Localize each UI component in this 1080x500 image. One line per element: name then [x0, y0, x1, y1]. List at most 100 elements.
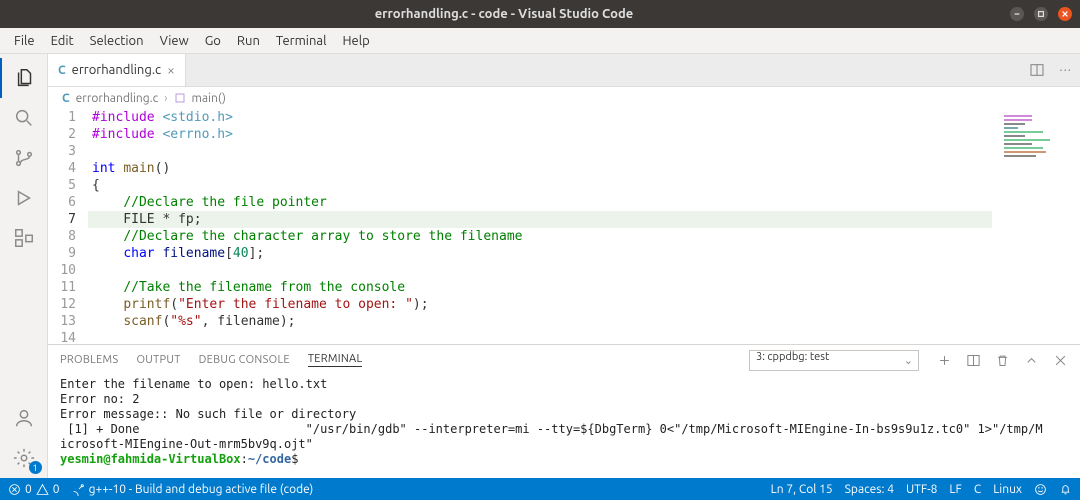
activity-accounts[interactable] — [0, 398, 48, 438]
chevron-down-icon: ⌄ — [904, 354, 913, 367]
terminal-line: Enter the filename to open: hello.txt — [60, 377, 1068, 392]
menu-edit[interactable]: Edit — [43, 34, 82, 48]
c-file-icon: C — [62, 92, 70, 105]
status-notifications[interactable] — [1059, 483, 1072, 496]
code-line[interactable]: //Declare the file pointer — [88, 194, 992, 211]
panel-tab-problems[interactable]: PROBLEMS — [60, 354, 118, 366]
window-maximize-button[interactable] — [1034, 7, 1048, 21]
code-line[interactable]: //Declare the character array to store t… — [88, 228, 992, 245]
menu-file[interactable]: File — [6, 34, 43, 48]
line-number[interactable]: 3 — [48, 143, 76, 160]
line-number[interactable]: 10 — [48, 262, 76, 279]
line-number[interactable]: 1 — [48, 109, 76, 126]
files-icon — [14, 67, 36, 89]
line-number[interactable]: 6 — [48, 194, 76, 211]
status-feedback[interactable] — [1034, 483, 1047, 496]
breadcrumb[interactable]: C errorhandling.c › main() — [48, 87, 1080, 109]
kill-terminal-icon[interactable] — [995, 353, 1010, 368]
status-cursor-position[interactable]: Ln 7, Col 15 — [771, 483, 833, 496]
terminal-line: Error message:: No such file or director… — [60, 407, 1068, 422]
terminal-output[interactable]: Enter the filename to open: hello.txt Er… — [48, 375, 1080, 478]
line-number[interactable]: 7 — [48, 211, 76, 228]
editor-tab-errorhandling[interactable]: C errorhandling.c × — [48, 54, 186, 86]
menu-run[interactable]: Run — [229, 34, 268, 48]
menu-selection[interactable]: Selection — [82, 34, 152, 48]
activity-run-debug[interactable] — [0, 178, 48, 218]
line-number-gutter[interactable]: 1234567891011121314 — [48, 109, 88, 344]
status-bar: 0 0 g++-10 - Build and debug active file… — [0, 478, 1080, 500]
window-close-button[interactable] — [1058, 7, 1072, 21]
line-number[interactable]: 12 — [48, 296, 76, 313]
code-line[interactable]: { — [88, 177, 992, 194]
feedback-icon — [1034, 483, 1047, 496]
c-file-icon: C — [58, 64, 66, 77]
status-os[interactable]: Linux — [993, 483, 1022, 496]
code-line[interactable] — [88, 143, 992, 160]
line-number[interactable]: 11 — [48, 279, 76, 296]
activity-bar: 1 — [0, 54, 48, 478]
error-icon — [8, 483, 21, 496]
split-editor-icon[interactable] — [1029, 62, 1045, 78]
maximize-panel-icon[interactable] — [1024, 353, 1039, 368]
window-title: errorhandling.c - code - Visual Studio C… — [8, 7, 1000, 21]
terminal-line: Error no: 2 — [60, 392, 1068, 407]
panel-tab-terminal[interactable]: TERMINAL — [308, 353, 363, 367]
account-icon — [13, 407, 35, 429]
panel-tab-output[interactable]: OUTPUT — [136, 354, 180, 366]
line-number[interactable]: 14 — [48, 330, 76, 344]
warning-icon — [36, 483, 49, 496]
minimap-thumbnail — [1004, 115, 1074, 159]
more-actions-icon[interactable]: ··· — [1059, 63, 1072, 77]
editor-tab-bar: C errorhandling.c × ··· — [48, 54, 1080, 87]
breadcrumb-symbol: main() — [192, 92, 226, 105]
close-panel-icon[interactable] — [1053, 353, 1068, 368]
code-line[interactable]: #include <stdio.h> — [88, 109, 992, 126]
terminal-line: [1] + Done "/usr/bin/gdb" --interpreter=… — [60, 422, 1068, 437]
menu-terminal[interactable]: Terminal — [268, 34, 335, 48]
code-line[interactable]: scanf("%s", filename); — [88, 313, 992, 330]
code-editor[interactable]: 1234567891011121314 #include <stdio.h>#i… — [48, 109, 992, 344]
status-errors[interactable]: 0 0 — [8, 483, 60, 496]
code-line[interactable]: //Take the filename from the console — [88, 279, 992, 296]
panel-tab-bar: PROBLEMS OUTPUT DEBUG CONSOLE TERMINAL 3… — [48, 345, 1080, 375]
panel-tab-debugconsole[interactable]: DEBUG CONSOLE — [199, 354, 290, 366]
minimap[interactable] — [992, 109, 1080, 344]
window-minimize-button[interactable] — [1010, 7, 1024, 21]
terminal-selector-label: 3: cppdbg: test — [756, 351, 829, 363]
line-number[interactable]: 2 — [48, 126, 76, 143]
status-language[interactable]: C — [974, 483, 981, 496]
status-build-task[interactable]: g++-10 - Build and debug active file (co… — [72, 483, 314, 496]
menu-help[interactable]: Help — [334, 34, 377, 48]
code-line[interactable] — [88, 262, 992, 279]
line-number[interactable]: 4 — [48, 160, 76, 177]
activity-extensions[interactable] — [0, 218, 48, 258]
line-number[interactable]: 9 — [48, 245, 76, 262]
extensions-icon — [13, 227, 35, 249]
line-number[interactable]: 13 — [48, 313, 76, 330]
code-line[interactable]: #include <errno.h> — [88, 126, 992, 143]
terminal-selector[interactable]: 3: cppdbg: test ⌄ — [749, 350, 919, 371]
close-icon[interactable]: × — [167, 62, 175, 78]
window-titlebar: errorhandling.c - code - Visual Studio C… — [0, 0, 1080, 28]
status-indent[interactable]: Spaces: 4 — [845, 483, 894, 496]
line-number[interactable]: 8 — [48, 228, 76, 245]
split-terminal-icon[interactable] — [966, 353, 981, 368]
terminal-prompt: yesmin@fahmida-VirtualBox:~/code$ — [60, 452, 1068, 467]
code-line[interactable]: char filename[40]; — [88, 245, 992, 262]
activity-settings[interactable]: 1 — [0, 438, 48, 478]
code-line[interactable]: printf("Enter the filename to open: "); — [88, 296, 992, 313]
status-encoding[interactable]: UTF-8 — [906, 483, 937, 496]
new-terminal-icon[interactable] — [937, 353, 952, 368]
activity-source-control[interactable] — [0, 138, 48, 178]
menu-go[interactable]: Go — [197, 34, 229, 48]
activity-explorer[interactable] — [0, 58, 48, 98]
line-number[interactable]: 5 — [48, 177, 76, 194]
activity-search[interactable] — [0, 98, 48, 138]
code-line[interactable]: int main() — [88, 160, 992, 177]
editor-tab-label: errorhandling.c — [72, 63, 161, 77]
code-line[interactable]: FILE * fp; — [88, 211, 992, 228]
status-eol[interactable]: LF — [949, 483, 961, 496]
play-bug-icon — [13, 187, 35, 209]
code-line[interactable] — [88, 330, 992, 344]
menu-view[interactable]: View — [152, 34, 197, 48]
